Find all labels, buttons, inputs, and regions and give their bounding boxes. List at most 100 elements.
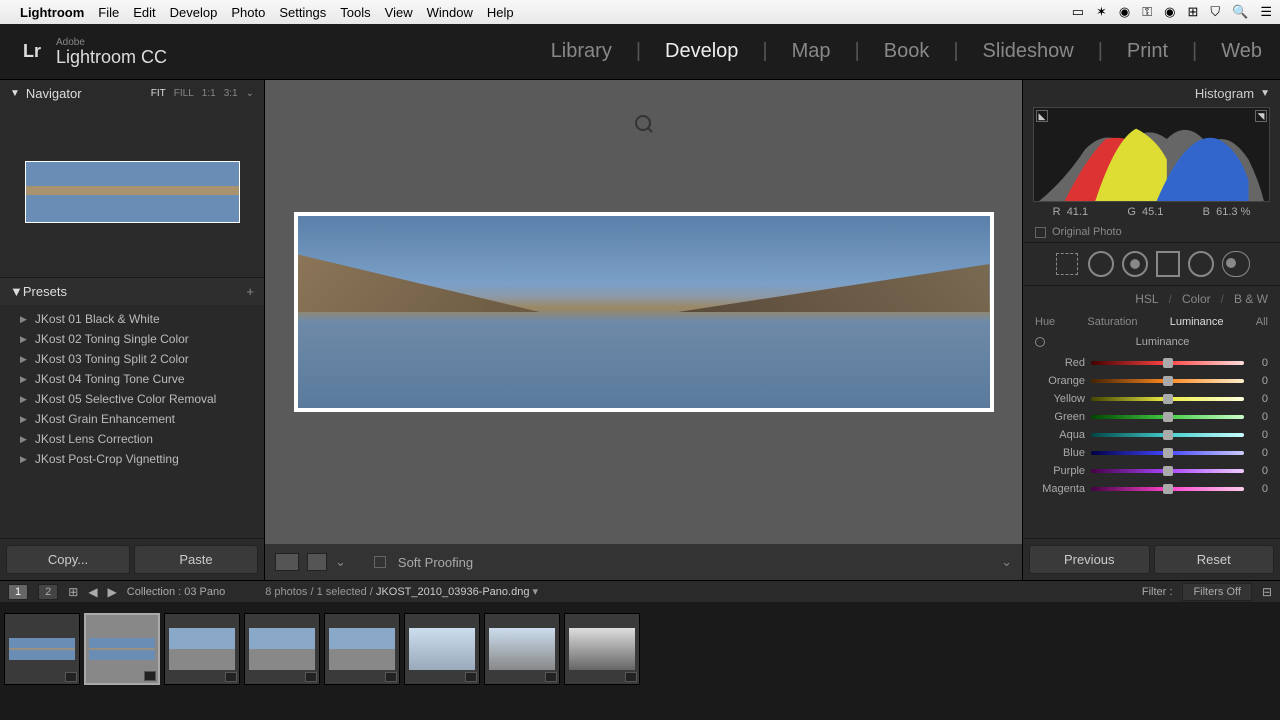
menu-settings[interactable]: Settings (279, 5, 326, 20)
preset-item[interactable]: ▶JKost 01 Black & White (0, 309, 264, 329)
slider-track[interactable] (1091, 487, 1244, 491)
evernote-icon[interactable]: ✶ (1096, 4, 1107, 20)
add-preset-icon[interactable]: + (246, 284, 254, 299)
module-book[interactable]: Book (884, 40, 930, 63)
slider-track[interactable] (1091, 469, 1244, 473)
zoom-fit[interactable]: FIT (151, 88, 166, 99)
preset-item[interactable]: ▶JKost 03 Toning Split 2 Color (0, 349, 264, 369)
crop-tool-icon[interactable] (1054, 251, 1080, 277)
zoom-menu-icon[interactable]: ⌄ (246, 88, 254, 99)
loupe-view-icon[interactable] (275, 553, 299, 571)
histogram-header[interactable]: Histogram ▼ (1023, 80, 1280, 107)
previous-button[interactable]: Previous (1029, 545, 1150, 574)
shield-icon[interactable]: ⛉ (1210, 4, 1220, 20)
spotlight-icon[interactable]: 🔍 (1232, 4, 1248, 20)
reset-button[interactable]: Reset (1154, 545, 1275, 574)
menu-edit[interactable]: Edit (133, 5, 155, 20)
before-after-icon[interactable] (307, 553, 327, 571)
filmstrip-thumb[interactable] (484, 613, 560, 685)
original-photo-toggle[interactable]: Original Photo (1023, 222, 1280, 242)
eye-icon[interactable]: ◉ (1164, 4, 1175, 20)
slider-track[interactable] (1091, 433, 1244, 437)
navigator-preview[interactable] (0, 107, 264, 277)
nav-forward-icon[interactable]: ▶ (108, 585, 117, 599)
menu-photo[interactable]: Photo (231, 5, 265, 20)
slider-handle[interactable] (1163, 484, 1173, 494)
collection-label[interactable]: Collection : 03 Pano (127, 586, 225, 598)
subtab-all[interactable]: All (1256, 316, 1268, 328)
filmstrip-thumb[interactable] (404, 613, 480, 685)
menu-help[interactable]: Help (487, 5, 514, 20)
menu-view[interactable]: View (385, 5, 413, 20)
subtab-hue[interactable]: Hue (1035, 316, 1055, 328)
paste-button[interactable]: Paste (134, 545, 258, 574)
module-slideshow[interactable]: Slideshow (983, 40, 1074, 63)
graduated-filter-icon[interactable] (1156, 251, 1180, 277)
slider-track[interactable] (1091, 361, 1244, 365)
histogram-chart[interactable]: ◣ ◥ (1033, 107, 1270, 202)
spot-removal-icon[interactable] (1088, 251, 1114, 277)
slider-track[interactable] (1091, 379, 1244, 383)
module-develop[interactable]: Develop (665, 40, 738, 63)
filename-dropdown-icon[interactable]: ▾ (533, 586, 539, 598)
zoom-1to1[interactable]: 1:1 (202, 88, 216, 99)
subtab-saturation[interactable]: Saturation (1087, 316, 1137, 328)
monitor-1-button[interactable]: 1 (8, 584, 28, 600)
adjustment-brush-icon[interactable] (1222, 251, 1250, 277)
slider-handle[interactable] (1163, 394, 1173, 404)
current-filename[interactable]: JKOST_2010_03936-Pano.dng (376, 586, 530, 598)
app-menu[interactable]: Lightroom (20, 5, 84, 20)
menu-develop[interactable]: Develop (170, 5, 218, 20)
toolbar-menu-icon[interactable]: ⌄ (1001, 554, 1012, 570)
module-map[interactable]: Map (792, 40, 831, 63)
filmstrip-thumb[interactable] (164, 613, 240, 685)
tab-bw[interactable]: B & W (1234, 292, 1268, 306)
filmstrip-thumb[interactable] (84, 613, 160, 685)
nav-back-icon[interactable]: ◀ (88, 585, 97, 599)
preset-item[interactable]: ▶JKost 05 Selective Color Removal (0, 389, 264, 409)
soft-proofing-checkbox[interactable] (374, 556, 386, 568)
slider-handle[interactable] (1163, 412, 1173, 422)
filter-dropdown[interactable]: Filters Off (1182, 583, 1251, 601)
filmstrip-thumb[interactable] (564, 613, 640, 685)
list-icon[interactable]: ☰ (1260, 4, 1272, 20)
preset-item[interactable]: ▶JKost Lens Correction (0, 429, 264, 449)
camera-icon[interactable]: ◉ (1119, 4, 1130, 20)
slider-track[interactable] (1091, 415, 1244, 419)
copy-button[interactable]: Copy... (6, 545, 130, 574)
filmstrip-thumb[interactable] (324, 613, 400, 685)
grid-view-icon[interactable]: ⊞ (68, 585, 78, 599)
slider-track[interactable] (1091, 397, 1244, 401)
module-print[interactable]: Print (1127, 40, 1168, 63)
preset-item[interactable]: ▶JKost Grain Enhancement (0, 409, 264, 429)
slider-track[interactable] (1091, 451, 1244, 455)
tab-hsl[interactable]: HSL (1135, 292, 1158, 306)
dropdown-icon[interactable]: ⌄ (335, 554, 346, 570)
slider-handle[interactable] (1163, 376, 1173, 386)
radial-filter-icon[interactable] (1188, 251, 1214, 277)
image-canvas[interactable] (265, 80, 1022, 544)
clipping-shadows-icon[interactable]: ◣ (1036, 110, 1048, 122)
slider-handle[interactable] (1163, 448, 1173, 458)
navigator-thumbnail[interactable] (25, 161, 240, 223)
targeted-adjustment-icon[interactable] (1035, 337, 1045, 347)
menu-window[interactable]: Window (427, 5, 473, 20)
checkbox-icon[interactable] (1035, 227, 1046, 238)
preset-item[interactable]: ▶JKost Post-Crop Vignetting (0, 449, 264, 469)
module-web[interactable]: Web (1221, 40, 1262, 63)
menu-file[interactable]: File (98, 5, 119, 20)
slider-handle[interactable] (1163, 466, 1173, 476)
navigator-header[interactable]: ▼ Navigator FIT FILL 1:1 3:1 ⌄ (0, 80, 264, 107)
slider-handle[interactable] (1163, 358, 1173, 368)
slider-handle[interactable] (1163, 430, 1173, 440)
monitor-2-button[interactable]: 2 (38, 584, 58, 600)
module-library[interactable]: Library (551, 40, 612, 63)
filmstrip-thumb[interactable] (4, 613, 80, 685)
zoom-3to1[interactable]: 3:1 (224, 88, 238, 99)
grid-icon[interactable]: ⊞ (1187, 4, 1198, 20)
filter-lock-icon[interactable]: ⊟ (1262, 585, 1272, 599)
key-icon[interactable]: ⚿ (1142, 4, 1152, 20)
zoom-fill[interactable]: FILL (174, 88, 194, 99)
menu-tools[interactable]: Tools (340, 5, 370, 20)
subtab-luminance[interactable]: Luminance (1170, 316, 1224, 328)
